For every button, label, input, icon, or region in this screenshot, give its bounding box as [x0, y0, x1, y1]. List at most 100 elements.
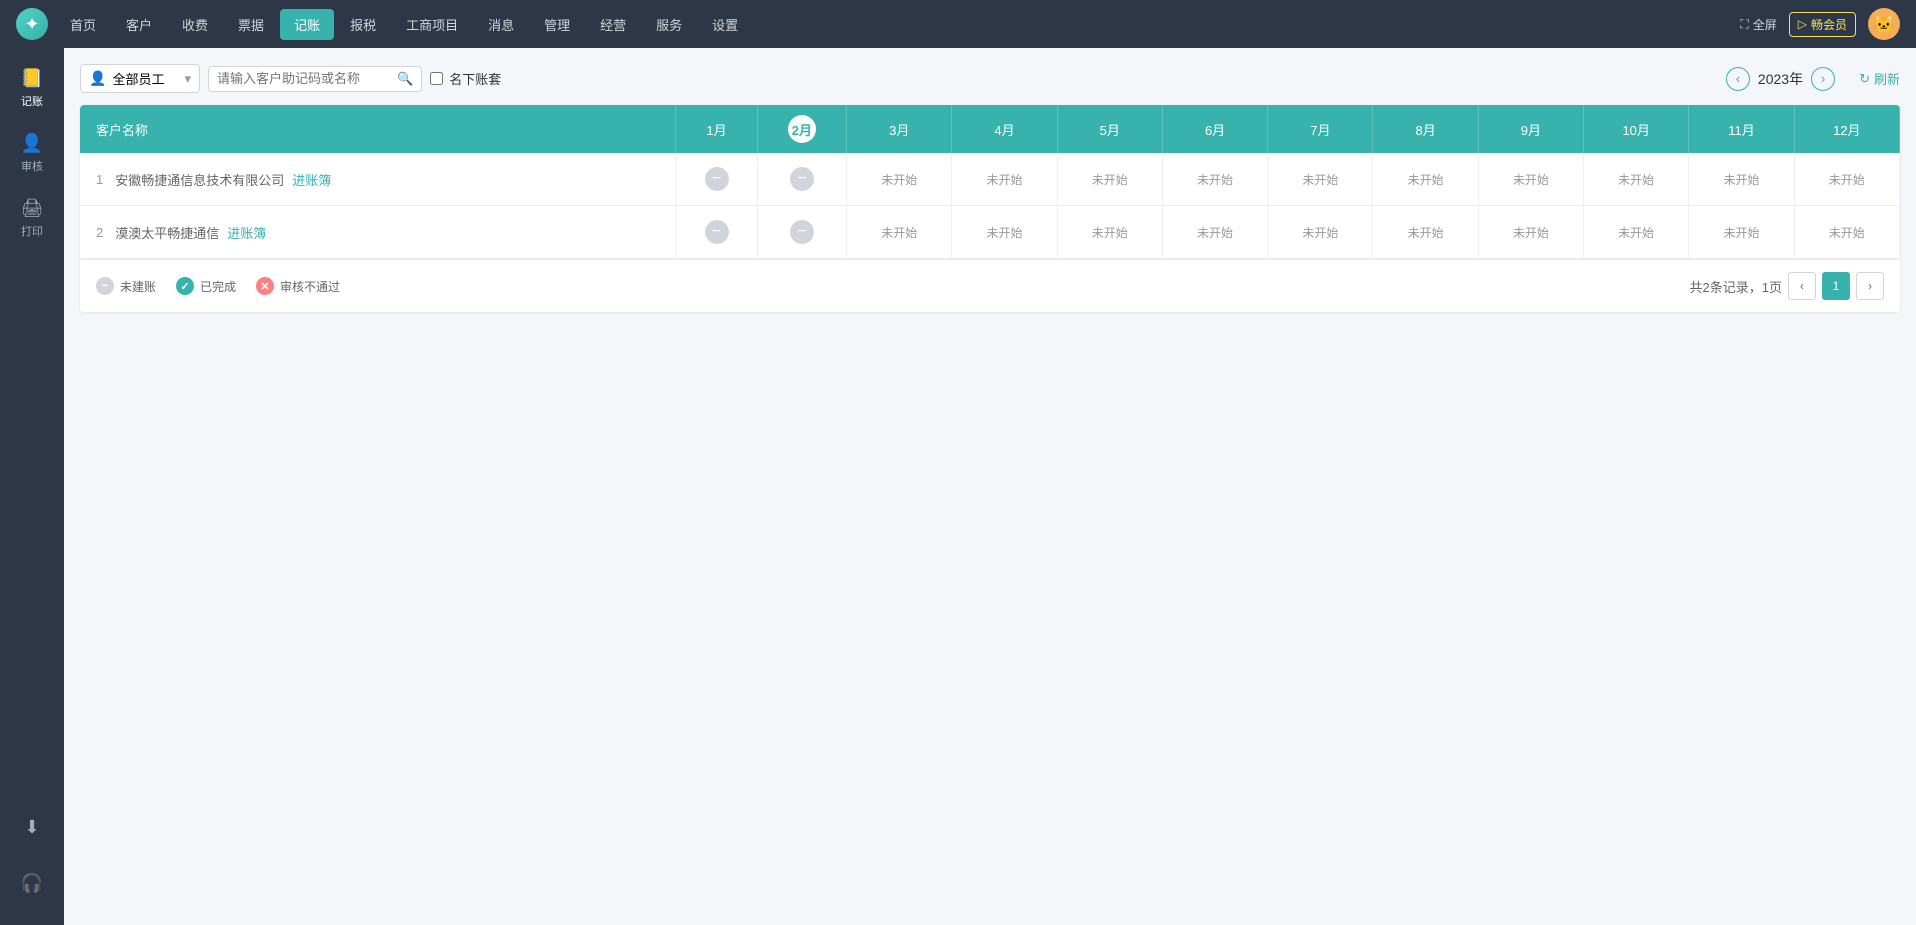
month-cell-12: 未开始: [1794, 153, 1899, 206]
current-page-button[interactable]: 1: [1822, 272, 1850, 300]
nav-item-bookkeeping[interactable]: 记账: [280, 9, 334, 40]
refresh-button[interactable]: ↻ 刷新: [1859, 69, 1900, 88]
month-cell-9: 未开始: [1478, 206, 1583, 259]
month-cell-11: 未开始: [1689, 206, 1794, 259]
print-icon: 🖨: [18, 194, 46, 222]
nav-item-home[interactable]: 首页: [56, 9, 110, 40]
sidebar: 📒 记账 👤 审核 🖨 打印 ⬇ 🎧: [0, 48, 64, 925]
prev-page-button[interactable]: ‹: [1788, 272, 1816, 300]
headphone-icon: 🎧: [18, 869, 46, 897]
month-cell-7: 未开始: [1268, 153, 1373, 206]
month-cell-3: 未开始: [847, 206, 952, 259]
dash-status: −: [790, 220, 814, 244]
month-cell-7: 未开始: [1268, 206, 1373, 259]
legend-dot-not_built: −: [96, 277, 114, 295]
enter-ledger-link[interactable]: 进账簿: [292, 170, 331, 189]
col-month-5: 5月: [1057, 105, 1162, 153]
not-started-status: 未开始: [1618, 226, 1654, 240]
vip-button[interactable]: ▷ 畅会员: [1789, 12, 1856, 37]
not-started-status: 未开始: [1092, 173, 1128, 187]
client-name: 安徽畅捷通信息技术有限公司: [115, 170, 284, 189]
checkbox-text: 名下账套: [449, 69, 501, 88]
sidebar-item-print[interactable]: 🖨 打印: [4, 186, 60, 247]
account-checkbox-label[interactable]: 名下账套: [430, 69, 501, 88]
month-cell-6: 未开始: [1162, 153, 1267, 206]
sidebar-item-support[interactable]: 🎧: [4, 861, 60, 905]
col-month-6: 6月: [1162, 105, 1267, 153]
col-month-4: 4月: [952, 105, 1057, 153]
col-client-name: 客户名称: [80, 105, 676, 153]
month-cell-8: 未开始: [1373, 153, 1478, 206]
table-footer: − 未建账 ✓ 已完成 ✕ 审核不通过 共2条记录，1页 ‹ 1 ›: [80, 259, 1900, 312]
sidebar-item-bookkeeping[interactable]: 📒 记账: [4, 56, 60, 117]
not-started-status: 未开始: [1302, 226, 1338, 240]
not-started-status: 未开始: [1829, 173, 1865, 187]
month-cell-4: 未开始: [952, 206, 1057, 259]
content-area: 👤 全部员工 ▾ 🔍 名下账套 ‹ 2023年 › ↻ 刷新: [64, 48, 1916, 925]
legend-item-rejected: ✕ 审核不通过: [256, 277, 340, 295]
nav-item-operation[interactable]: 经营: [586, 9, 640, 40]
table-body: 1 安徽畅捷通信息技术有限公司 进账簿 −−未开始未开始未开始未开始未开始未开始…: [80, 153, 1900, 259]
enter-ledger-link[interactable]: 进账簿: [227, 223, 266, 242]
month-cell-10: 未开始: [1584, 206, 1689, 259]
col-month-8: 8月: [1373, 105, 1478, 153]
search-input-wrap[interactable]: 🔍: [208, 66, 422, 92]
not-started-status: 未开始: [986, 173, 1022, 187]
year-next-button[interactable]: ›: [1811, 67, 1835, 91]
not-started-status: 未开始: [1197, 226, 1233, 240]
audit-icon: 👤: [18, 129, 46, 157]
search-icon[interactable]: 🔍: [397, 71, 413, 87]
nav-item-invoice[interactable]: 票据: [224, 9, 278, 40]
nav-item-billing[interactable]: 收费: [168, 9, 222, 40]
nav-item-tax[interactable]: 报税: [336, 9, 390, 40]
month-cell-8: 未开始: [1373, 206, 1478, 259]
not-started-status: 未开始: [881, 173, 917, 187]
legend-dot-rejected: ✕: [256, 277, 274, 295]
not-started-status: 未开始: [1618, 173, 1654, 187]
employee-filter[interactable]: 👤 全部员工 ▾: [80, 64, 200, 93]
chevron-down-icon: ▾: [184, 71, 191, 87]
dash-status: −: [705, 167, 729, 191]
not-started-status: 未开始: [1829, 226, 1865, 240]
year-prev-button[interactable]: ‹: [1726, 67, 1750, 91]
next-page-button[interactable]: ›: [1856, 272, 1884, 300]
user-avatar[interactable]: 🐱: [1868, 8, 1900, 40]
not-started-status: 未开始: [1513, 173, 1549, 187]
not-started-status: 未开始: [1302, 173, 1338, 187]
nav-item-business[interactable]: 工商项目: [392, 9, 472, 40]
nav-item-manage[interactable]: 管理: [530, 9, 584, 40]
account-checkbox[interactable]: [430, 72, 443, 85]
month-cell-4: 未开始: [952, 153, 1057, 206]
legend-item-completed: ✓ 已完成: [176, 277, 236, 295]
month-cell-2: −: [757, 153, 846, 206]
nav-item-service[interactable]: 服务: [642, 9, 696, 40]
not-started-status: 未开始: [1723, 173, 1759, 187]
app-logo[interactable]: ✦: [8, 0, 56, 48]
col-month-10: 10月: [1584, 105, 1689, 153]
col-month-1: 1月: [676, 105, 757, 153]
month-cell-5: 未开始: [1057, 153, 1162, 206]
nav-item-settings[interactable]: 设置: [698, 9, 752, 40]
search-input[interactable]: [217, 71, 393, 86]
main-layout: 📒 记账 👤 审核 🖨 打印 ⬇ 🎧 👤 全部员工 ▾: [0, 48, 1916, 925]
not-started-status: 未开始: [1197, 173, 1233, 187]
nav-item-client[interactable]: 客户: [112, 9, 166, 40]
person-icon: 👤: [89, 70, 106, 87]
month-cell-11: 未开始: [1689, 153, 1794, 206]
month-cell-5: 未开始: [1057, 206, 1162, 259]
month-cell-1: −: [676, 206, 757, 259]
month-cell-1: −: [676, 153, 757, 206]
nav-item-message[interactable]: 消息: [474, 9, 528, 40]
col-month-3: 3月: [847, 105, 952, 153]
fullscreen-button[interactable]: ⛶ 全屏: [1740, 16, 1776, 33]
month-cell-6: 未开始: [1162, 206, 1267, 259]
employee-filter-label: 全部员工: [112, 69, 164, 88]
year-display: 2023年: [1758, 69, 1803, 89]
sidebar-item-download[interactable]: ⬇: [4, 805, 60, 849]
month-cell-9: 未开始: [1478, 153, 1583, 206]
pagination: 共2条记录，1页 ‹ 1 ›: [1690, 272, 1884, 300]
not-started-status: 未开始: [1092, 226, 1128, 240]
logo-icon: ✦: [16, 8, 48, 40]
month-cell-12: 未开始: [1794, 206, 1899, 259]
sidebar-item-audit[interactable]: 👤 审核: [4, 121, 60, 182]
